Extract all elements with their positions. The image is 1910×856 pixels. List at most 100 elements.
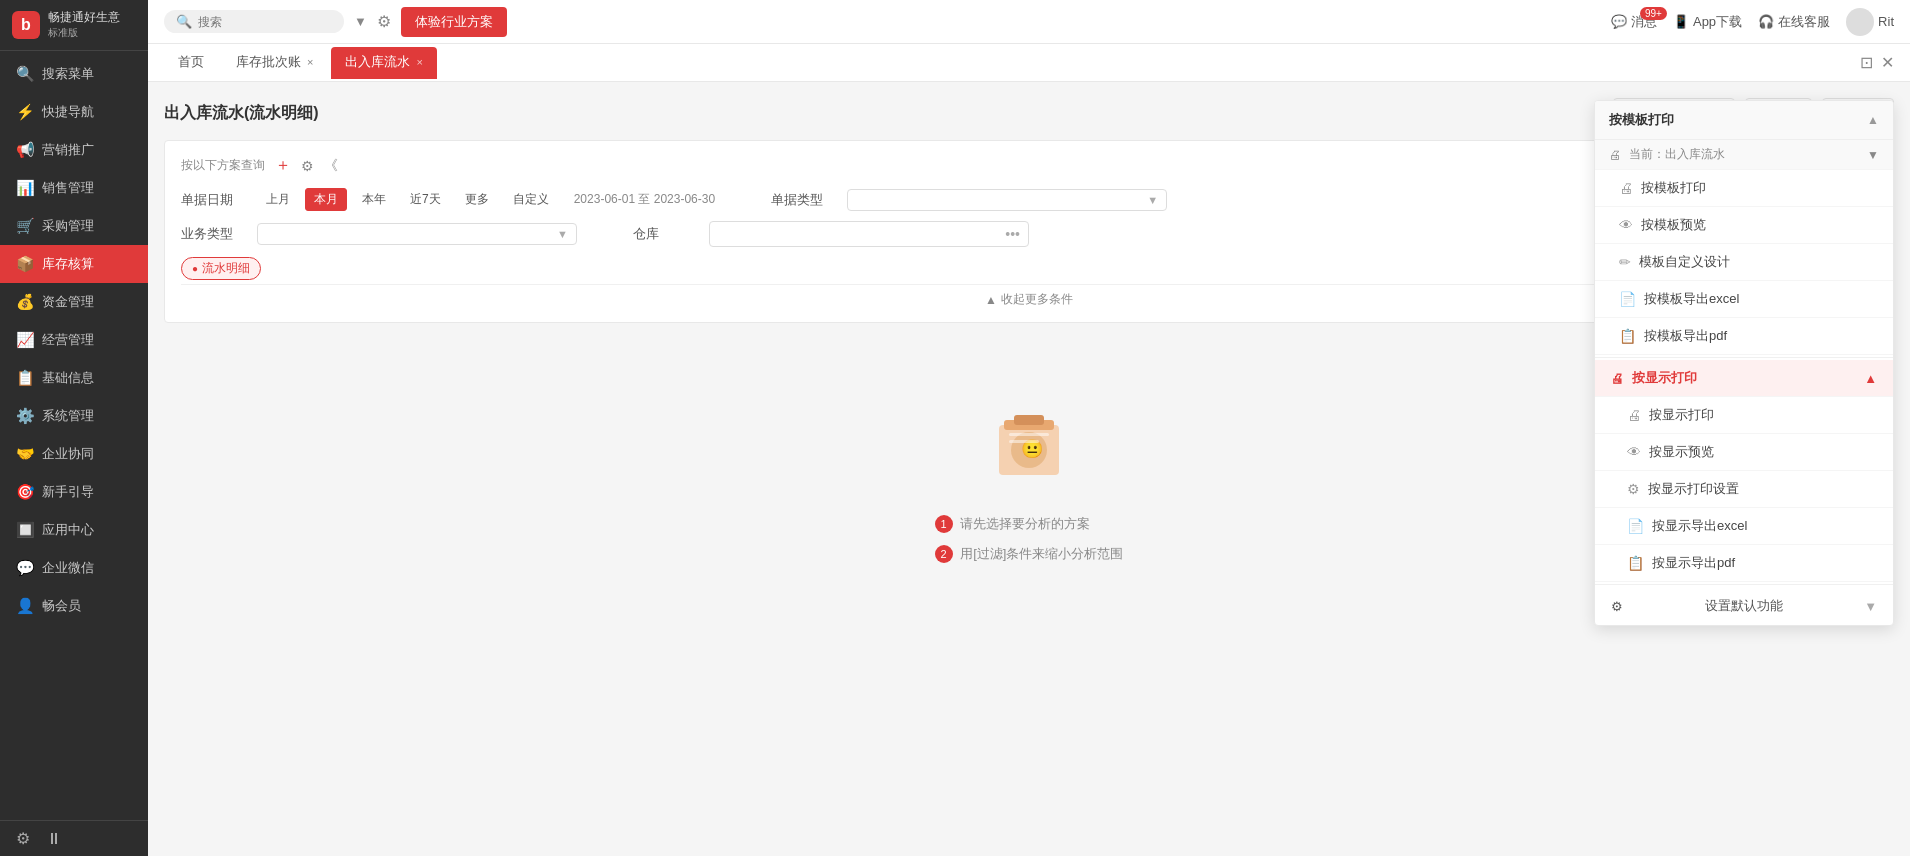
sidebar-item-label: 应用中心	[42, 521, 94, 539]
user-avatar[interactable]: Rit	[1846, 8, 1894, 36]
industry-btn[interactable]: 体验行业方案	[401, 7, 507, 37]
template-customize-label: 模板自定义设计	[1639, 253, 1730, 271]
sidebar-item-sales[interactable]: 📊 销售管理	[0, 169, 148, 207]
message-btn[interactable]: 💬 消息 99+	[1611, 13, 1657, 31]
dropdown-display-settings[interactable]: ⚙ 按显示打印设置	[1595, 471, 1893, 508]
dropdown-template-pdf[interactable]: 📋 按模板导出pdf	[1595, 318, 1893, 355]
gear-icon[interactable]: ⚙	[377, 12, 391, 31]
dropdown-display-print[interactable]: 🖨 按显示打印	[1595, 397, 1893, 434]
display-section-icon: 🖨	[1611, 371, 1624, 386]
tab-flow-close[interactable]: ×	[416, 56, 422, 68]
type-select[interactable]: ▼	[847, 189, 1167, 211]
logo-icon: b	[12, 11, 40, 39]
sidebar-logo: b 畅捷通好生意 标准版	[0, 0, 148, 51]
filter-collapse-icon[interactable]: 《	[324, 157, 338, 175]
sidebar-item-finance[interactable]: 💰 资金管理	[0, 283, 148, 321]
preset-this-month[interactable]: 本月	[305, 188, 347, 211]
sidebar-item-inventory[interactable]: 📦 库存核算	[0, 245, 148, 283]
sidebar-item-member[interactable]: 👤 畅会员	[0, 587, 148, 625]
dropdown-display-pdf[interactable]: 📋 按显示导出pdf	[1595, 545, 1893, 582]
inventory-icon: 📦	[16, 255, 34, 273]
dropdown-current[interactable]: 🖨 当前：出入库流水 ▼	[1595, 140, 1893, 170]
warehouse-select[interactable]: •••	[709, 221, 1029, 247]
member-icon: 👤	[16, 597, 34, 615]
tab-home[interactable]: 首页	[164, 47, 218, 79]
sidebar-nav: 🔍 搜索菜单 ⚡ 快捷导航 📢 营销推广 📊 销售管理 🛒 采购管理 📦 库存核…	[0, 51, 148, 820]
sidebar-item-label: 营销推广	[42, 141, 94, 159]
finance-icon: 💰	[16, 293, 34, 311]
dropdown-display-section[interactable]: 🖨 按显示打印 ▲	[1595, 360, 1893, 397]
business-select[interactable]: ▼	[257, 223, 577, 245]
tag-label: 流水明细	[202, 260, 250, 277]
filter-setting-icon[interactable]: ⚙	[301, 158, 314, 174]
tab-expand-icon[interactable]: ⊡	[1860, 53, 1873, 72]
tab-flow[interactable]: 出入库流水 ×	[331, 47, 436, 79]
display-settings-label: 按显示打印设置	[1648, 480, 1739, 498]
display-settings-icon: ⚙	[1627, 481, 1640, 497]
tab-batch-close[interactable]: ×	[307, 56, 313, 68]
app-center-icon: 🔲	[16, 521, 34, 539]
empty-tips: 1 请先选择要分析的方案 2 用[过滤]条件来缩小分析范围	[935, 511, 1124, 567]
add-filter-icon[interactable]: ＋	[275, 155, 291, 176]
dropdown-template-print[interactable]: 🖨 按模板打印	[1595, 170, 1893, 207]
system-icon: ⚙️	[16, 407, 34, 425]
sidebar: b 畅捷通好生意 标准版 🔍 搜索菜单 ⚡ 快捷导航 📢 营销推广 📊 销售管理…	[0, 0, 148, 856]
sidebar-item-label: 系统管理	[42, 407, 94, 425]
filter-tag-流水明细[interactable]: ● 流水明细	[181, 257, 261, 280]
sidebar-toggle-icon[interactable]: ⏸	[46, 830, 62, 848]
display-excel-label: 按显示导出excel	[1652, 517, 1747, 535]
preset-7days[interactable]: 近7天	[401, 188, 450, 211]
sidebar-item-system[interactable]: ⚙️ 系统管理	[0, 397, 148, 435]
preset-last-month[interactable]: 上月	[257, 188, 299, 211]
sidebar-item-label: 企业协同	[42, 445, 94, 463]
template-excel-label: 按模板导出excel	[1644, 290, 1739, 308]
preset-more[interactable]: 更多	[456, 188, 498, 211]
tab-batch-account[interactable]: 库存批次账 ×	[222, 47, 327, 79]
preset-custom[interactable]: 自定义	[504, 188, 558, 211]
dropdown-template-excel[interactable]: 📄 按模板导出excel	[1595, 281, 1893, 318]
dropdown-footer[interactable]: ⚙ 设置默认功能 ▼	[1595, 587, 1893, 625]
search-input[interactable]	[198, 15, 318, 29]
search-bar[interactable]: 🔍	[164, 10, 344, 33]
tabs-right: ⊡ ✕	[1860, 53, 1894, 72]
header-right: 💬 消息 99+ 📱 App下载 🎧 在线客服 Rit	[1611, 8, 1894, 36]
sidebar-item-basic[interactable]: 📋 基础信息	[0, 359, 148, 397]
dropdown-display-excel[interactable]: 📄 按显示导出excel	[1595, 508, 1893, 545]
date-range-display: 2023-06-01 至 2023-06-30	[574, 191, 715, 208]
dropdown-divider	[1595, 357, 1893, 358]
sidebar-item-app-center[interactable]: 🔲 应用中心	[0, 511, 148, 549]
tip-2: 2 用[过滤]条件来缩小分析范围	[935, 541, 1124, 567]
sidebar-item-search[interactable]: 🔍 搜索菜单	[0, 55, 148, 93]
current-template-icon: 🖨	[1609, 148, 1621, 162]
phone-icon: 📱	[1673, 14, 1689, 29]
sidebar-item-quick-nav[interactable]: ⚡ 快捷导航	[0, 93, 148, 131]
sidebar-item-label: 企业微信	[42, 559, 94, 577]
sidebar-item-enterprise[interactable]: 🤝 企业协同	[0, 435, 148, 473]
online-service-btn[interactable]: 🎧 在线客服	[1758, 13, 1830, 31]
display-print-icon: 🖨	[1627, 407, 1641, 423]
user-name: Rit	[1878, 14, 1894, 29]
sidebar-item-marketing[interactable]: 📢 营销推广	[0, 131, 148, 169]
display-preview-label: 按显示预览	[1649, 443, 1714, 461]
preset-this-year[interactable]: 本年	[353, 188, 395, 211]
dropdown-template-customize[interactable]: ✏ 模板自定义设计	[1595, 244, 1893, 281]
display-preview-icon: 👁	[1627, 444, 1641, 460]
dropdown-display-preview[interactable]: 👁 按显示预览	[1595, 434, 1893, 471]
tab-close-all-icon[interactable]: ✕	[1881, 53, 1894, 72]
display-pdf-label: 按显示导出pdf	[1652, 554, 1735, 572]
sidebar-item-wechat[interactable]: 💬 企业微信	[0, 549, 148, 587]
sidebar-item-guide[interactable]: 🎯 新手引导	[0, 473, 148, 511]
app-download-btn[interactable]: 📱 App下载	[1673, 13, 1742, 31]
sidebar-item-purchase[interactable]: 🛒 采购管理	[0, 207, 148, 245]
template-print-label: 按模板打印	[1641, 179, 1706, 197]
dropdown-up-icon: ▲	[1867, 113, 1879, 127]
dropdown-template-preview[interactable]: 👁 按模板预览	[1595, 207, 1893, 244]
quick-nav-icon: ⚡	[16, 103, 34, 121]
sidebar-item-operation[interactable]: 📈 经营管理	[0, 321, 148, 359]
display-pdf-icon: 📋	[1627, 555, 1644, 571]
collapse-up-icon: ▲	[985, 293, 997, 307]
chevron-down-icon[interactable]: ▼	[354, 14, 367, 29]
template-excel-icon: 📄	[1619, 291, 1636, 307]
app-download-label: App下载	[1693, 13, 1742, 31]
settings-icon[interactable]: ⚙	[16, 829, 30, 848]
